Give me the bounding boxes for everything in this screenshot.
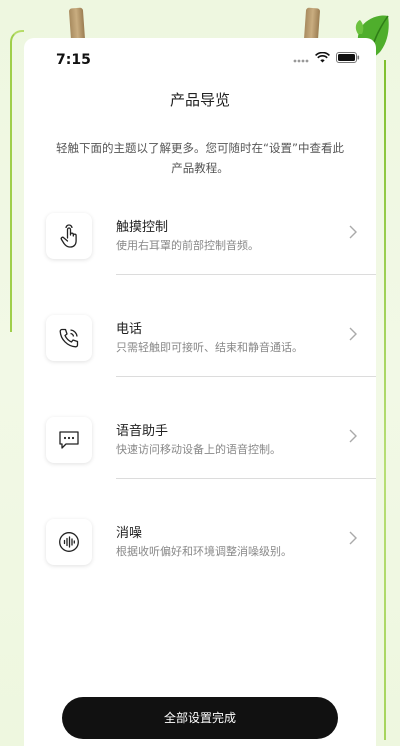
- divider: [116, 478, 376, 479]
- noise-cancelling-icon: [59, 532, 79, 552]
- intro-text: 轻触下面的主题以了解更多。您可随时在“设置”中查看此产品教程。: [56, 141, 344, 175]
- chevron-right-icon: [349, 327, 357, 341]
- status-time: 7:15: [56, 52, 91, 68]
- noise-cancelling-icon-box: [46, 519, 92, 565]
- wifi-icon: [315, 52, 330, 63]
- chevron-right-icon: [349, 531, 357, 545]
- voice-assistant-icon: [59, 431, 79, 449]
- item-description: 使用右耳罩的前部控制音频。: [116, 239, 259, 252]
- chevron-right-icon: [349, 225, 357, 239]
- item-title: 消噪: [116, 526, 143, 541]
- item-description: 快速访问移动设备上的语音控制。: [116, 443, 281, 456]
- item-description: 只需轻触即可接听、结束和静音通话。: [116, 341, 303, 354]
- cellular-signal-icon: [293, 59, 309, 62]
- phone-call-icon: [59, 328, 79, 348]
- list-item-noise-cancelling[interactable]: 消噪 根据收听偏好和环境调整消噪级别。: [24, 512, 376, 614]
- item-title: 语音助手: [116, 424, 169, 439]
- item-description: 根据收听偏好和环境调整消噪级别。: [116, 545, 292, 558]
- product-tour-screen: 7:15 产品导览 轻触下面的主题以了解更多。您可随时在“设置”中查看此产品教程…: [24, 38, 376, 746]
- divider: [116, 376, 376, 377]
- list-item-phone[interactable]: 电话 只需轻触即可接听、结束和静音通话。: [24, 308, 376, 410]
- status-bar: 7:15: [24, 38, 376, 82]
- phone-icon-box: [46, 315, 92, 361]
- divider: [116, 274, 376, 275]
- voice-assistant-icon-box: [46, 417, 92, 463]
- chevron-right-icon: [349, 429, 357, 443]
- touch-gesture-icon: [60, 224, 77, 248]
- page-title: 产品导览: [169, 91, 230, 109]
- battery-icon: [336, 52, 360, 63]
- decorative-vine-right: [384, 60, 386, 740]
- status-icons: [293, 52, 360, 63]
- item-title: 电话: [116, 322, 143, 337]
- all-set-button[interactable]: 全部设置完成: [62, 697, 338, 739]
- item-title: 触摸控制: [116, 220, 169, 235]
- list-item-voice-assistant[interactable]: 语音助手 快速访问移动设备上的语音控制。: [24, 410, 376, 512]
- touch-control-icon-box: [46, 213, 92, 259]
- feature-list: 触摸控制 使用右耳罩的前部控制音频。 电话 只需轻触即可接听、结束和静音通话。: [24, 206, 376, 614]
- list-item-touch-control[interactable]: 触摸控制 使用右耳罩的前部控制音频。: [24, 206, 376, 308]
- decorative-vine-left: [10, 30, 24, 332]
